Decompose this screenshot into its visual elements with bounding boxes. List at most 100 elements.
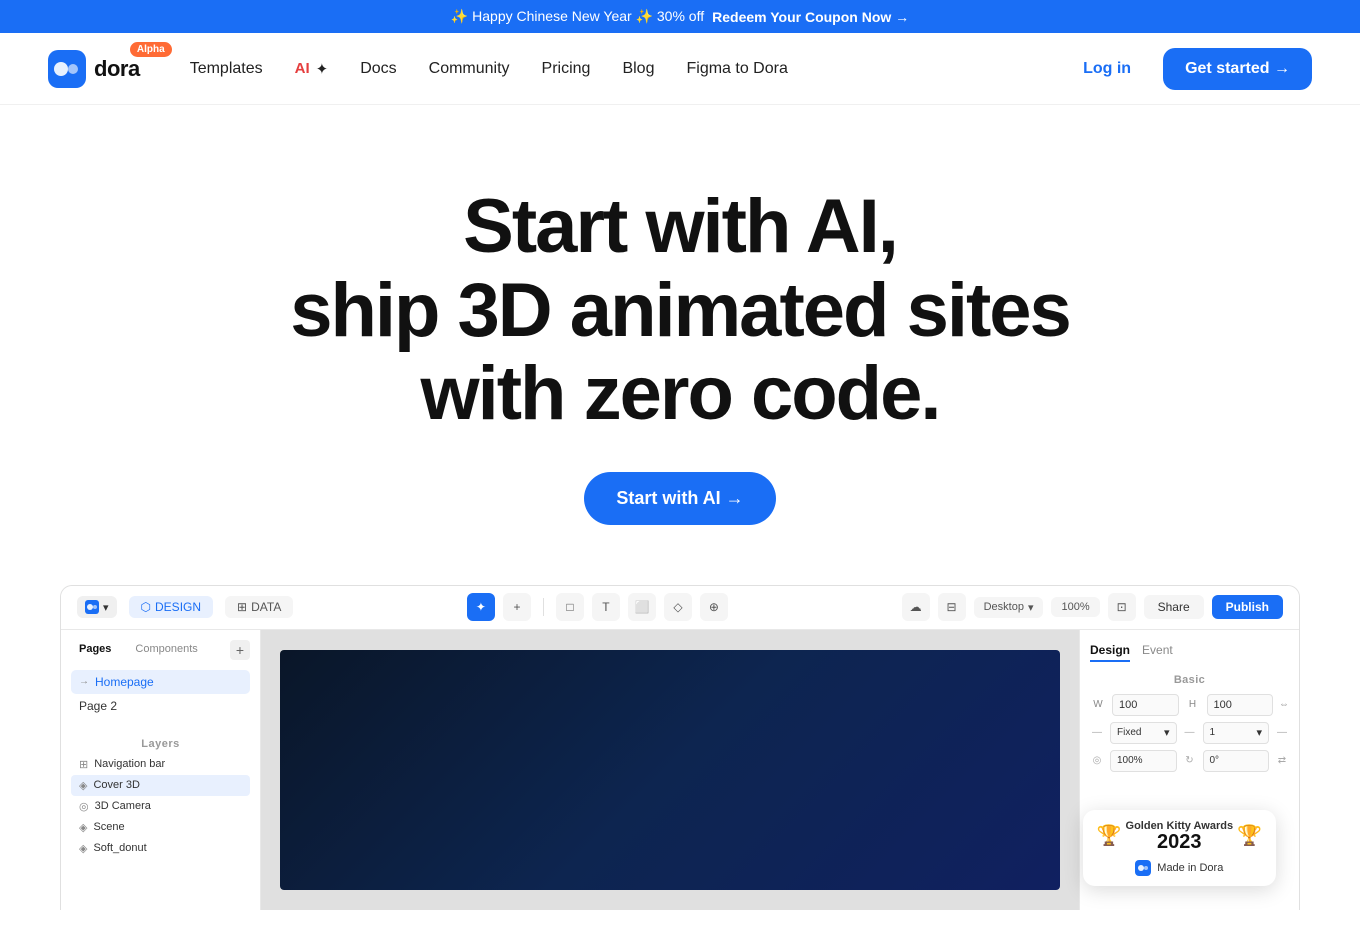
navbar: dora Alpha Templates AI ✦ Docs Community… [0,33,1360,105]
hero-line2: ship 3D animated sites [290,268,1070,353]
laurel-right: 🏆 [1237,823,1262,848]
data-tab-icon: ⊞ [237,600,247,614]
canvas-content [280,650,1060,890]
layer-donut-icon: ◈ [79,842,87,855]
award-year: 2023 [1157,832,1202,852]
share-button[interactable]: Share [1144,595,1204,619]
opacity-input[interactable]: 100% [1110,750,1177,772]
layer-navbar[interactable]: ⊞ Navigation bar [71,754,250,775]
add-page-button[interactable]: + [230,640,250,660]
dora-small-icon [1135,860,1151,876]
page-homepage-label: Homepage [95,675,154,689]
dash-icon2: — [1183,727,1197,738]
design-tab-icon: ⬡ [141,600,151,614]
text-tool-icon[interactable]: T [592,593,620,621]
dash-icon3: — [1275,727,1289,738]
prop-x-select[interactable]: Fixed ▾ [1110,722,1177,744]
logo[interactable]: dora Alpha [48,50,140,88]
page-2[interactable]: Page 2 [71,694,250,718]
layer-camera-label: 3D Camera [95,800,151,812]
layer-cover3d[interactable]: ◈ Cover 3D [71,775,250,796]
kitty-award-row: 🏆 Golden Kitty Awards 2023 🏆 [1097,820,1262,852]
align-icon[interactable]: ⊟ [938,593,966,621]
layer-cover3d-label: Cover 3D [93,779,139,791]
nav-community[interactable]: Community [415,52,524,86]
start-with-ai-button[interactable]: Start with AI → [584,472,775,525]
publish-button[interactable]: Publish [1212,595,1283,619]
nav-templates[interactable]: Templates [176,52,277,86]
rotate-icon: ↻ [1183,755,1197,766]
design-tabs: Design Event [1090,640,1289,662]
layer-navbar-icon: ⊞ [79,758,88,771]
add-tool-icon[interactable]: + [503,593,531,621]
laurel-left: 🏆 [1097,823,1122,848]
nav-pricing[interactable]: Pricing [528,52,605,86]
cloud-icon[interactable]: ☁ [902,593,930,621]
prop-w-label: W [1090,699,1106,710]
sparkle-icon: ✦ [316,60,329,78]
panel-tabs: Pages Components + [71,640,250,660]
image-tool-icon[interactable]: ⬜ [628,593,656,621]
select-arrow: ▾ [1164,726,1170,739]
nav-figma[interactable]: Figma to Dora [672,52,801,86]
zoom-label: 100% [1061,601,1089,613]
login-button[interactable]: Log in [1067,52,1147,86]
award-title: Golden Kitty Awards [1126,820,1234,832]
layers-title: Layers [71,734,250,754]
hero-section: Start with AI, ship 3D animated sites wi… [0,105,1360,950]
design-tab[interactable]: Design [1090,640,1130,662]
pages-tab[interactable]: Pages [71,640,119,660]
logo-text: dora [94,56,140,82]
nav-blog[interactable]: Blog [608,52,668,86]
event-tab[interactable]: Event [1142,640,1173,662]
hero-line3: with zero code. [421,351,940,436]
dora-logo-icon [48,50,86,88]
layer-donut-label: Soft_donut [93,842,146,854]
group-tool-icon[interactable]: ⊕ [700,593,728,621]
cursor-tool-icon[interactable]: ✦ [467,593,495,621]
extra-icon: ⇄ [1275,755,1289,766]
shape-tool-icon[interactable]: ◇ [664,593,692,621]
select-arrow2: ▾ [1256,726,1262,739]
hero-title: Start with AI, ship 3D animated sites wi… [20,185,1340,436]
nav-ai[interactable]: AI ✦ [281,52,343,86]
hero-line1: Start with AI, [463,184,897,269]
expand-icon[interactable]: ⊡ [1108,593,1136,621]
layer-scene-label: Scene [93,821,124,833]
page-homepage[interactable]: → Homepage [71,670,250,694]
data-tab-label: DATA [251,600,281,614]
layer-scene-icon: ◈ [79,821,87,834]
prop-h-input[interactable]: 100 [1207,694,1274,716]
components-tab[interactable]: Components [127,640,205,660]
prop-y-select[interactable]: 1 ▾ [1203,722,1270,744]
editor-left-panel: Pages Components + → Homepage Page 2 Lay… [61,630,261,910]
redeem-link[interactable]: Redeem Your Coupon Now → [712,9,909,25]
editor-preview: ▾ ⬡ DESIGN ⊞ DATA ✦ + □ T [60,585,1300,910]
layer-camera[interactable]: ◎ 3D Camera [71,796,250,817]
prop-w-input[interactable]: 100 [1112,694,1179,716]
get-started-button[interactable]: Get started → [1163,48,1312,90]
desktop-chevron: ▾ [1028,601,1034,614]
prop-row-wh: W 100 H 100 ⇔ [1090,694,1289,716]
rotate-input[interactable]: 0° [1203,750,1270,772]
editor-tab-design[interactable]: ⬡ DESIGN [129,596,214,618]
dash-icon: — [1090,727,1104,738]
prop-h-label: H [1185,699,1201,710]
design-tab-label: DESIGN [155,600,201,614]
toolbar-divider [543,598,544,616]
props-section-title: Basic [1090,674,1289,686]
alpha-badge: Alpha [130,42,172,57]
golden-kitty-badge: 🏆 Golden Kitty Awards 2023 🏆 Made in Dor… [1083,810,1276,886]
constraint-icon: ⇔ [1279,699,1289,710]
prop-row-opacity: ◎ 100% ↻ 0° ⇄ [1090,750,1289,772]
top-banner: ✨ Happy Chinese New Year ✨ 30% off Redee… [0,0,1360,33]
editor-tab-data[interactable]: ⊞ DATA [225,596,293,618]
rect-tool-icon[interactable]: □ [556,593,584,621]
nav-docs[interactable]: Docs [346,52,410,86]
prop-row-fixed: — Fixed ▾ — 1 ▾ — [1090,722,1289,744]
layer-donut[interactable]: ◈ Soft_donut [71,838,250,859]
editor-topbar-left: ▾ ⬡ DESIGN ⊞ DATA [77,596,293,618]
layer-scene[interactable]: ◈ Scene [71,817,250,838]
desktop-btn[interactable]: Desktop ▾ [974,597,1044,618]
zoom-btn[interactable]: 100% [1051,597,1099,617]
